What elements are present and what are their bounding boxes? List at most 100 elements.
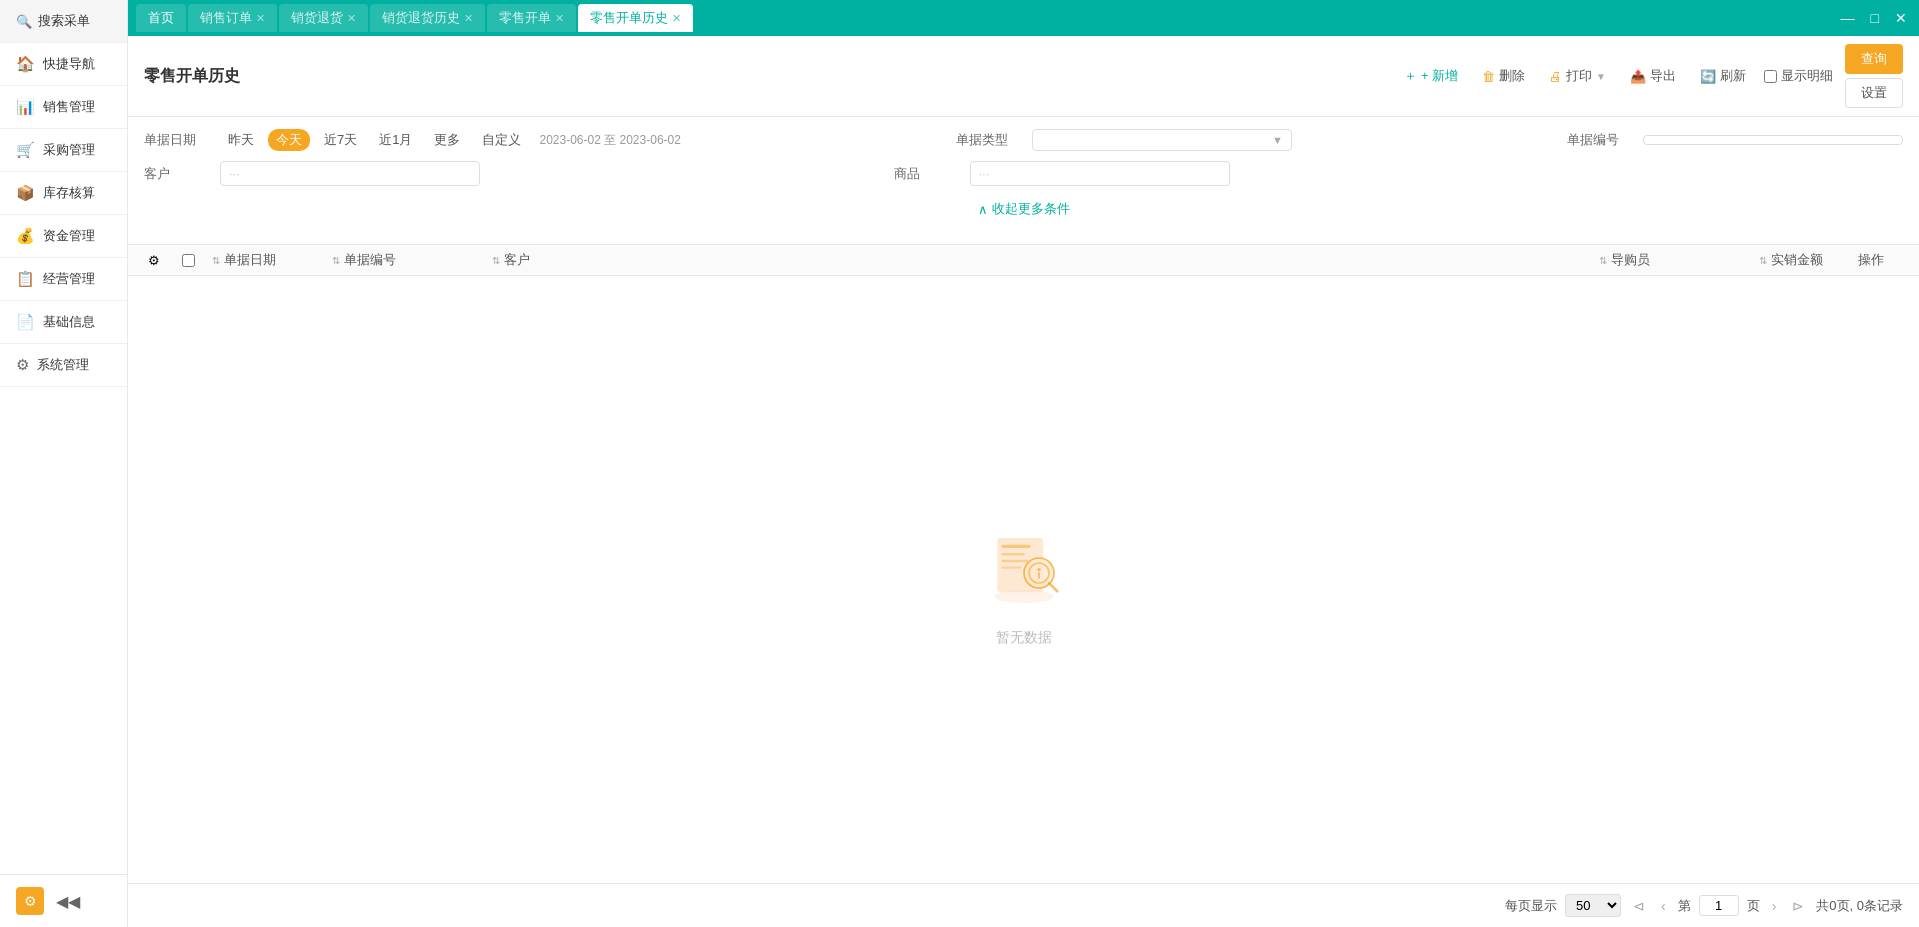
tab-sales-order-close[interactable]: ✕ bbox=[256, 12, 265, 25]
sort-icon-customer[interactable]: ⇅ bbox=[492, 255, 500, 266]
th-guide: ⇅ 导购员 bbox=[1591, 251, 1711, 269]
sidebar-item-label: 库存核算 bbox=[43, 184, 95, 202]
th-order-no: ⇅ 单据编号 bbox=[324, 251, 484, 269]
new-button[interactable]: ＋ + 新增 bbox=[1398, 63, 1464, 89]
tab-retail-open-close[interactable]: ✕ bbox=[555, 12, 564, 25]
display-detail-label: 显示明细 bbox=[1781, 67, 1833, 85]
th-amount-label: 实销金额 bbox=[1771, 251, 1823, 269]
total-info: 共0页, 0条记录 bbox=[1816, 897, 1903, 915]
col-settings-icon[interactable]: ⚙ bbox=[148, 253, 160, 268]
print-icon: 🖨 bbox=[1549, 69, 1562, 84]
page-unit: 页 bbox=[1747, 897, 1760, 915]
date-7days-btn[interactable]: 近7天 bbox=[316, 129, 365, 151]
sidebar-item-label: 系统管理 bbox=[37, 356, 89, 374]
page-number-input[interactable] bbox=[1699, 895, 1739, 916]
maximize-button[interactable]: □ bbox=[1867, 8, 1883, 28]
close-button[interactable]: ✕ bbox=[1891, 8, 1911, 28]
delete-button[interactable]: 🗑 删除 bbox=[1476, 63, 1531, 89]
date-1month-btn[interactable]: 近1月 bbox=[371, 129, 420, 151]
sidebar-search[interactable]: 🔍 搜索采单 bbox=[0, 0, 127, 43]
sidebar-item-sales-mgmt[interactable]: 📊 销售管理 bbox=[0, 86, 127, 129]
empty-illustration bbox=[974, 513, 1074, 613]
filter-row-1: 单据日期 昨天 今天 近7天 近1月 更多 自定义 2023-06-02 至 2… bbox=[144, 129, 1903, 151]
tab-sales-order[interactable]: 销售订单 ✕ bbox=[188, 4, 277, 32]
sidebar: 🔍 搜索采单 🏠 快捷导航 📊 销售管理 🛒 采购管理 📦 库存核算 💰 资金管… bbox=[0, 0, 128, 927]
prev-page-button[interactable]: ‹ bbox=[1657, 896, 1670, 916]
tab-sales-return-history[interactable]: 销货退货历史 ✕ bbox=[370, 4, 485, 32]
col-settings: ⚙ bbox=[136, 253, 172, 268]
next-page-button[interactable]: › bbox=[1768, 896, 1781, 916]
refresh-button[interactable]: 🔄 刷新 bbox=[1694, 63, 1752, 89]
sidebar-item-label: 经营管理 bbox=[43, 270, 95, 288]
sidebar-item-label: 采购管理 bbox=[43, 141, 95, 159]
sidebar-item-basic-info[interactable]: 📄 基础信息 bbox=[0, 301, 127, 344]
tab-sales-return[interactable]: 销货退货 ✕ bbox=[279, 4, 368, 32]
tab-retail-open-history[interactable]: 零售开单历史 ✕ bbox=[578, 4, 693, 32]
doc-type-select[interactable]: ▼ bbox=[1032, 129, 1292, 151]
goods-input[interactable]: ··· bbox=[970, 161, 1230, 186]
date-more-btn[interactable]: 更多 bbox=[426, 129, 468, 151]
svg-point-9 bbox=[1037, 568, 1040, 571]
tab-retail-open-history-label: 零售开单历史 bbox=[590, 9, 668, 27]
goods-dots: ··· bbox=[979, 166, 990, 181]
th-customer: ⇅ 客户 bbox=[484, 251, 1591, 269]
sidebar-item-quick-nav[interactable]: 🏠 快捷导航 bbox=[0, 43, 127, 86]
content-area: 零售开单历史 ＋ + 新增 🗑 删除 🖨 打印 ▼ 📤 导出 bbox=[128, 36, 1919, 927]
filter-settings-button[interactable]: 设置 bbox=[1845, 78, 1903, 108]
date-range-text: 2023-06-02 至 2023-06-02 bbox=[539, 132, 680, 149]
delete-icon: 🗑 bbox=[1482, 69, 1495, 84]
th-date-label: 单据日期 bbox=[224, 251, 276, 269]
tab-home[interactable]: 首页 bbox=[136, 4, 186, 32]
doc-no-input[interactable] bbox=[1643, 135, 1903, 145]
col-check bbox=[172, 254, 204, 267]
sidebar-item-label: 资金管理 bbox=[43, 227, 95, 245]
th-date: ⇅ 单据日期 bbox=[204, 251, 324, 269]
minimize-button[interactable]: — bbox=[1837, 8, 1859, 28]
date-yesterday-btn[interactable]: 昨天 bbox=[220, 129, 262, 151]
sort-icon-amount[interactable]: ⇅ bbox=[1759, 255, 1767, 266]
per-page-label: 每页显示 bbox=[1505, 897, 1557, 915]
display-detail-checkbox[interactable]: 显示明细 bbox=[1764, 67, 1833, 85]
print-button[interactable]: 🖨 打印 ▼ bbox=[1543, 63, 1612, 89]
sort-icon-guide[interactable]: ⇅ bbox=[1599, 255, 1607, 266]
tab-sales-return-close[interactable]: ✕ bbox=[347, 12, 356, 25]
sort-icon-order[interactable]: ⇅ bbox=[332, 255, 340, 266]
tab-retail-open-history-close[interactable]: ✕ bbox=[672, 12, 681, 25]
sidebar-item-operations[interactable]: 📋 经营管理 bbox=[0, 258, 127, 301]
goods-label: 商品 bbox=[894, 165, 954, 183]
sidebar-item-purchase-mgmt[interactable]: 🛒 采购管理 bbox=[0, 129, 127, 172]
first-page-button[interactable]: ⊲ bbox=[1629, 896, 1649, 916]
query-button[interactable]: 查询 bbox=[1845, 44, 1903, 74]
th-op-label: 操作 bbox=[1858, 251, 1884, 269]
customer-dots: ··· bbox=[229, 166, 240, 181]
tab-retail-open[interactable]: 零售开单 ✕ bbox=[487, 4, 576, 32]
date-filter-buttons: 昨天 今天 近7天 近1月 更多 自定义 2023-06-02 至 2023-0… bbox=[220, 129, 681, 151]
search-icon: 🔍 bbox=[16, 14, 32, 29]
select-all-checkbox[interactable] bbox=[182, 254, 195, 267]
page-label: 第 bbox=[1678, 897, 1691, 915]
per-page-select[interactable]: 50 20 100 bbox=[1565, 894, 1621, 917]
customer-input[interactable]: ··· bbox=[220, 161, 480, 186]
tab-sales-return-label: 销货退货 bbox=[291, 9, 343, 27]
sidebar-item-label: 快捷导航 bbox=[43, 55, 95, 73]
settings-button[interactable]: ⚙ bbox=[16, 887, 44, 915]
sidebar-item-inventory[interactable]: 📦 库存核算 bbox=[0, 172, 127, 215]
sort-icon-date[interactable]: ⇅ bbox=[212, 255, 220, 266]
th-order-label: 单据编号 bbox=[344, 251, 396, 269]
sidebar-item-finance[interactable]: 💰 资金管理 bbox=[0, 215, 127, 258]
page-title: 零售开单历史 bbox=[144, 66, 1398, 87]
export-button[interactable]: 📤 导出 bbox=[1624, 63, 1682, 89]
date-custom-btn[interactable]: 自定义 bbox=[474, 129, 529, 151]
collapse-conditions-btn[interactable]: ∧ 收起更多条件 bbox=[974, 196, 1074, 222]
display-detail-input[interactable] bbox=[1764, 70, 1777, 83]
tab-sales-return-history-close[interactable]: ✕ bbox=[464, 12, 473, 25]
sidebar-item-system-mgmt[interactable]: ⚙ 系统管理 bbox=[0, 344, 127, 387]
date-today-btn[interactable]: 今天 bbox=[268, 129, 310, 151]
svg-rect-5 bbox=[1001, 566, 1021, 569]
th-customer-label: 客户 bbox=[504, 251, 530, 269]
box-icon: 📦 bbox=[16, 184, 35, 202]
last-page-button[interactable]: ⊳ bbox=[1788, 896, 1808, 916]
doc-type-arrow-icon: ▼ bbox=[1272, 134, 1283, 146]
collapse-sidebar-button[interactable]: ◀◀ bbox=[56, 892, 80, 911]
sidebar-search-label: 搜索采单 bbox=[38, 12, 90, 30]
